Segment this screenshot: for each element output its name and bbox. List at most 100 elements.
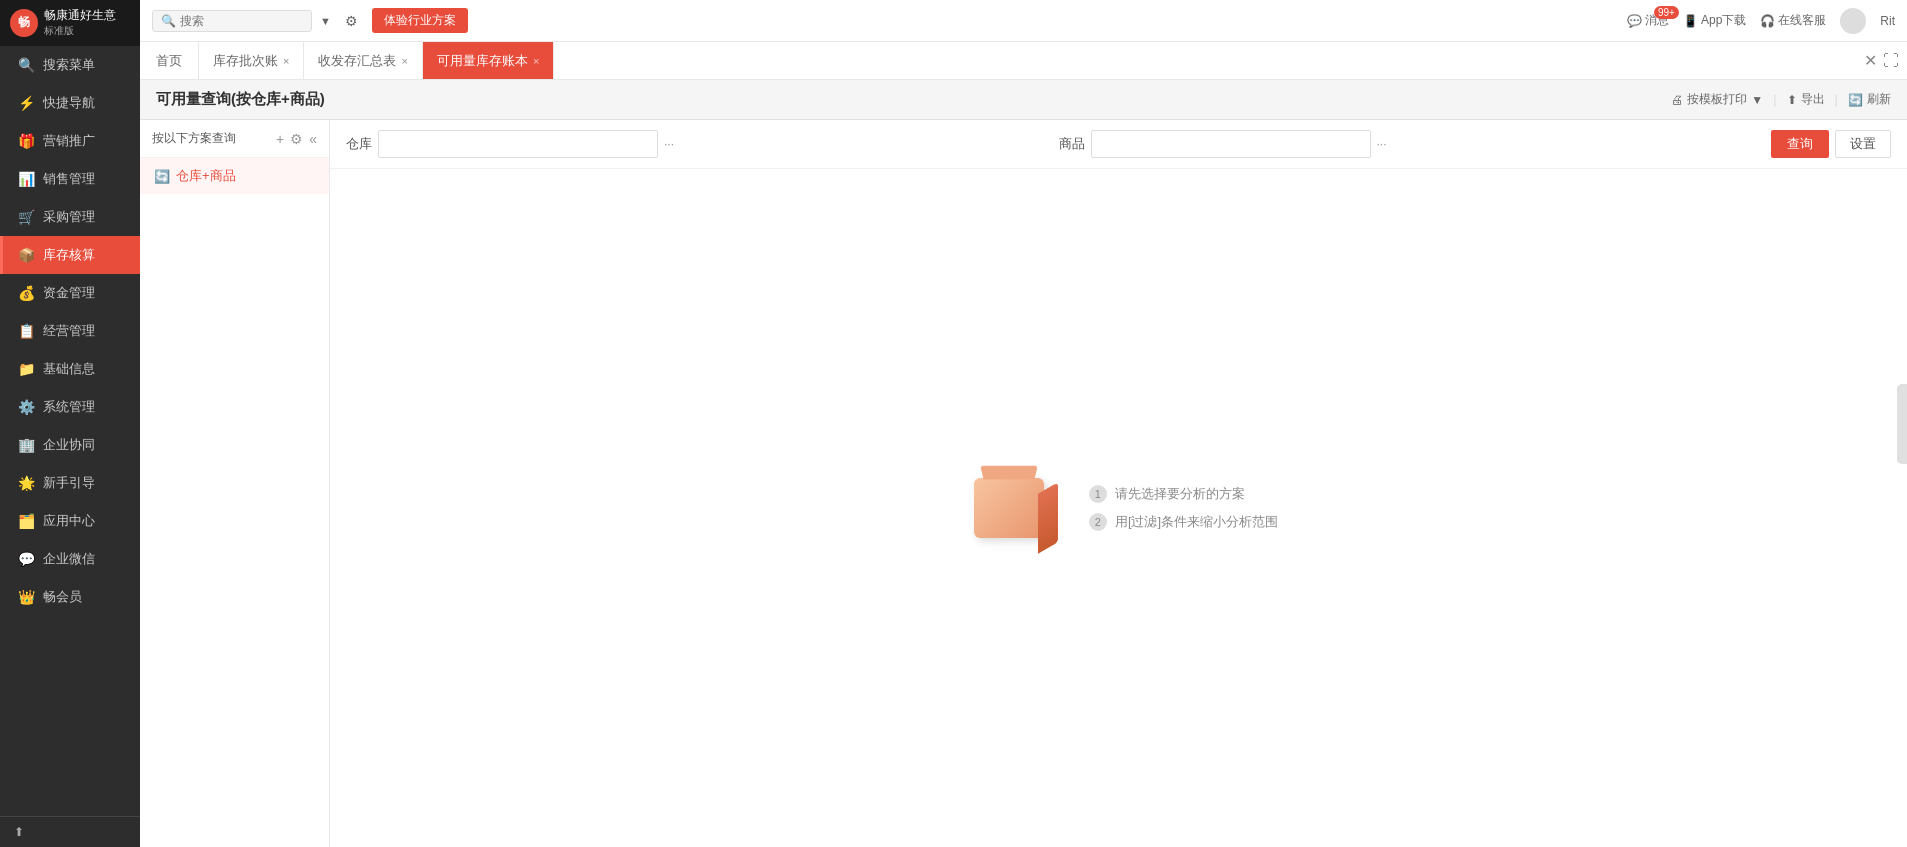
hint-1: 1 请先选择要分析的方案 [1089,485,1278,503]
phone-icon: 📱 [1683,14,1698,28]
app-download-label: App下载 [1701,12,1746,29]
sidebar-item-enterprise[interactable]: 🏢 企业协同 [0,426,140,464]
content-area: 按以下方案查询 + ⚙ « 🔄 仓库+商品 仓库 ··· [140,120,1907,847]
sidebar-item-operations[interactable]: 📋 经营管理 [0,312,140,350]
sidebar-item-basic[interactable]: 📁 基础信息 [0,350,140,388]
system-icon: ⚙️ [17,398,35,416]
message-button[interactable]: 💬 消息 99+ [1627,12,1669,29]
headset-icon: 🎧 [1760,14,1775,28]
apps-icon: 🗂️ [17,512,35,530]
sidebar-item-marketing[interactable]: 🎁 营销推广 [0,122,140,160]
sidebar-item-purchase[interactable]: 🛒 采购管理 [0,198,140,236]
print-button[interactable]: 🖨 按模板打印 ▼ [1671,91,1763,108]
sidebar-item-label: 采购管理 [43,208,95,226]
query-button[interactable]: 查询 [1771,130,1829,158]
left-panel: 按以下方案查询 + ⚙ « 🔄 仓库+商品 [140,120,330,847]
empty-illustration [959,458,1059,558]
operations-icon: 📋 [17,322,35,340]
app-download-button[interactable]: 📱 App下载 [1683,12,1746,29]
hint-2: 2 用[过滤]条件来缩小分析范围 [1089,513,1278,531]
warehouse-filter-group: 仓库 ··· [346,130,1047,158]
left-panel-title: 按以下方案查询 [152,130,236,147]
empty-state: 1 请先选择要分析的方案 2 用[过滤]条件来缩小分析范围 [330,169,1907,847]
sidebar-item-system[interactable]: ⚙️ 系统管理 [0,388,140,426]
user-avatar[interactable] [1840,8,1866,34]
gear-icon[interactable]: ⚙ [339,11,364,31]
sidebar-item-inventory[interactable]: 📦 库存核算 [0,236,140,274]
filter-row: 仓库 ··· 商品 ··· 查询 设置 [330,120,1907,169]
chevron-down-icon[interactable]: ▼ [320,15,331,27]
sidebar-item-label: 系统管理 [43,398,95,416]
collapse-panel-button[interactable]: « [309,131,317,147]
basic-icon: 📁 [17,360,35,378]
export-button[interactable]: ⬆ 导出 [1787,91,1825,108]
print-chevron-icon: ▼ [1751,93,1763,107]
topbar-search-box[interactable]: 🔍 [152,10,312,32]
industry-solution-button[interactable]: 体验行业方案 [372,8,468,33]
box-icon [974,478,1044,538]
hint-1-num: 1 [1089,485,1107,503]
refresh-button[interactable]: 🔄 刷新 [1848,91,1891,108]
box-face [1038,482,1058,554]
separator: | [1773,92,1776,107]
right-scrollbar[interactable] [1897,384,1907,464]
wechat-icon: 💬 [17,550,35,568]
member-icon: 👑 [17,588,35,606]
tab-home[interactable]: 首页 [140,42,199,79]
page-header: 可用量查询(按仓库+商品) 🖨 按模板打印 ▼ | ⬆ 导出 | 🔄 刷新 [140,80,1907,120]
goods-label: 商品 [1059,135,1085,153]
sidebar-item-label: 企业微信 [43,550,95,568]
settings-scheme-button[interactable]: ⚙ [290,131,303,147]
online-service-button[interactable]: 🎧 在线客服 [1760,12,1826,29]
scheme-label: 仓库+商品 [176,167,236,185]
sidebar-item-sales[interactable]: 📊 销售管理 [0,160,140,198]
empty-hints: 1 请先选择要分析的方案 2 用[过滤]条件来缩小分析范围 [1089,485,1278,531]
brand-name: 畅康通好生意 [44,8,116,24]
scheme-icon: 🔄 [154,169,170,184]
tab-summary-label: 收发存汇总表 [318,52,396,70]
sidebar-settings-icon: ⬆ [14,825,24,839]
brand-tag: 标准版 [44,24,116,38]
sidebar: 畅 畅康通好生意 标准版 🔍 搜索菜单 ⚡ 快捷导航 🎁 营销推广 📊 销售管理… [0,0,140,847]
warehouse-more-button[interactable]: ··· [664,137,674,151]
goods-filter-group: 商品 ··· [1059,130,1760,158]
scheme-item-warehouse-goods[interactable]: 🔄 仓库+商品 [140,158,329,194]
sidebar-item-shortcut[interactable]: ⚡ 快捷导航 [0,84,140,122]
filter-action-buttons: 查询 设置 [1771,130,1891,158]
tab-summary[interactable]: 收发存汇总表 × [304,42,422,79]
tab-available-close[interactable]: × [533,55,539,67]
main-area: 🔍 ▼ ⚙ 体验行业方案 💬 消息 99+ 📱 App下载 🎧 在线客服 Rit [140,0,1907,847]
tab-available[interactable]: 可用量库存账本 × [423,42,554,79]
expand-button[interactable]: ⛶ [1883,52,1899,70]
search-input[interactable] [180,14,300,28]
sidebar-item-apps[interactable]: 🗂️ 应用中心 [0,502,140,540]
tab-batch[interactable]: 库存批次账 × [199,42,304,79]
tab-batch-close[interactable]: × [283,55,289,67]
topbar: 🔍 ▼ ⚙ 体验行业方案 💬 消息 99+ 📱 App下载 🎧 在线客服 Rit [140,0,1907,42]
sidebar-item-search[interactable]: 🔍 搜索菜单 [0,46,140,84]
goods-more-button[interactable]: ··· [1377,137,1387,151]
finance-icon: 💰 [17,284,35,302]
page-actions: 🖨 按模板打印 ▼ | ⬆ 导出 | 🔄 刷新 [1671,91,1891,108]
page-title: 可用量查询(按仓库+商品) [156,90,325,109]
sidebar-item-finance[interactable]: 💰 资金管理 [0,274,140,312]
add-scheme-button[interactable]: + [276,131,284,147]
settings-button[interactable]: 设置 [1835,130,1891,158]
purchase-icon: 🛒 [17,208,35,226]
goods-input[interactable] [1091,130,1371,158]
close-tab-button[interactable]: ✕ [1864,51,1877,70]
enterprise-icon: 🏢 [17,436,35,454]
shortcut-icon: ⚡ [17,94,35,112]
sidebar-item-guide[interactable]: 🌟 新手引导 [0,464,140,502]
tab-batch-label: 库存批次账 [213,52,278,70]
sidebar-item-label: 资金管理 [43,284,95,302]
sidebar-item-member[interactable]: 👑 畅会员 [0,578,140,616]
hint-2-text: 用[过滤]条件来缩小分析范围 [1115,513,1278,531]
tab-summary-close[interactable]: × [401,55,407,67]
sidebar-item-wechat[interactable]: 💬 企业微信 [0,540,140,578]
tabs-bar: 首页 库存批次账 × 收发存汇总表 × 可用量库存账本 × ✕ ⛶ [140,42,1907,80]
search-nav-icon: 🔍 [17,56,35,74]
sidebar-bottom[interactable]: ⬆ [0,816,140,847]
warehouse-input[interactable] [378,130,658,158]
separator2: | [1835,92,1838,107]
